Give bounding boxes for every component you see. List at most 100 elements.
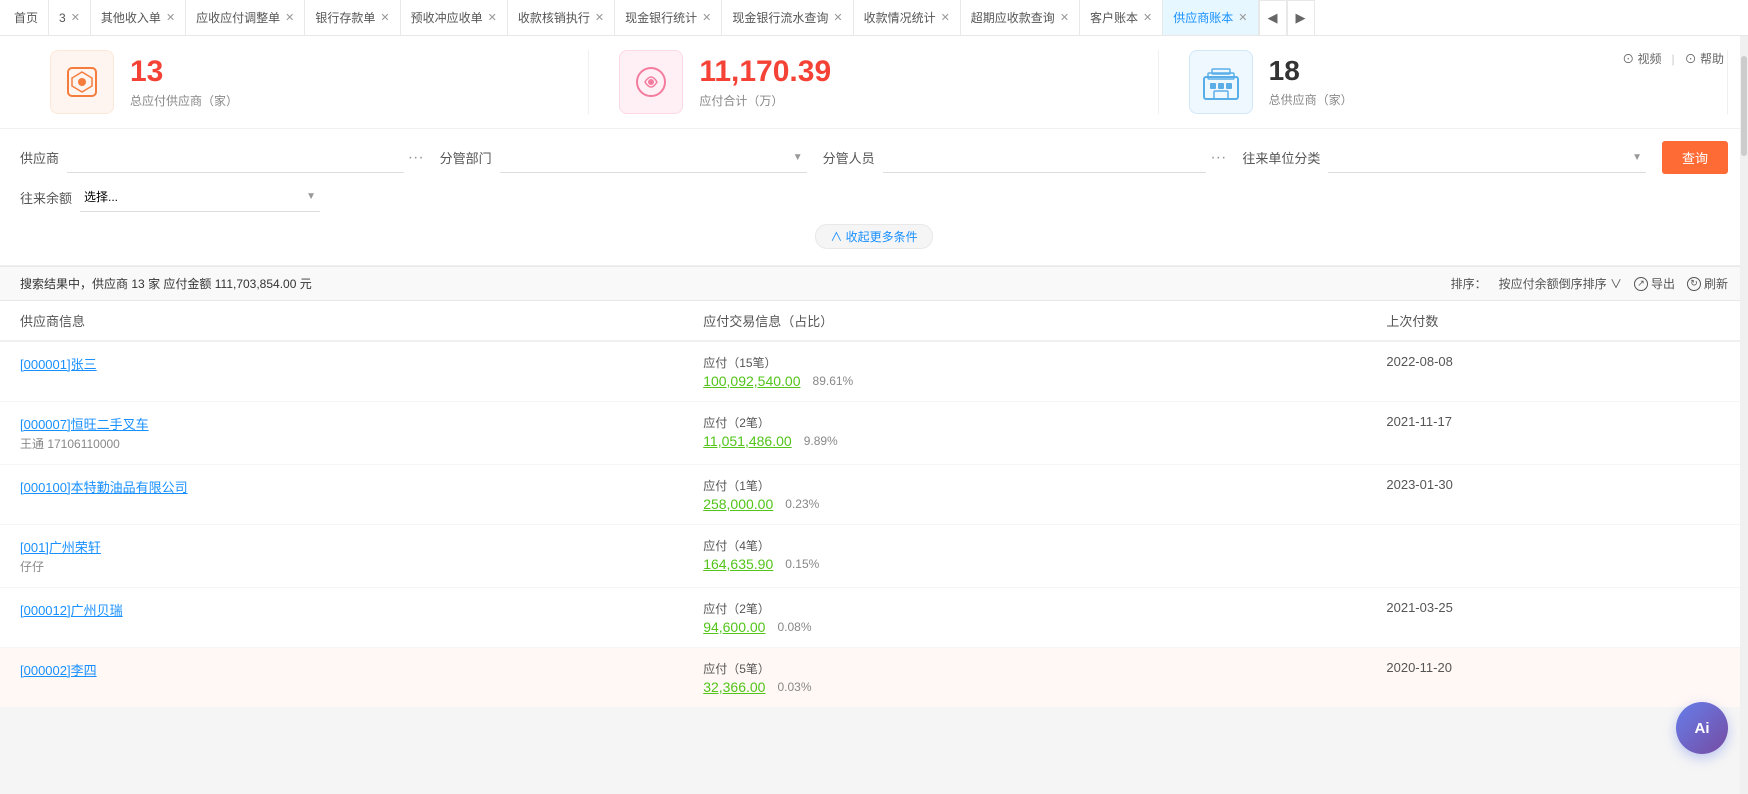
export-icon: ↗ xyxy=(1634,277,1648,291)
filter-area: 供应商 ··· 分管部门 ▼ 分管人员 ··· 往来单位分类 ▼ 查询 xyxy=(0,129,1748,266)
person-filter-label: 分管人员 xyxy=(823,148,875,167)
stat-label-total: 总供应商（家） xyxy=(1269,91,1353,108)
balance-select-wrap[interactable]: 选择... ▼ xyxy=(80,182,320,212)
close-tab-supplier-acct[interactable]: ✕ xyxy=(1238,11,1247,24)
video-link[interactable]: ⊙ 视频 xyxy=(1622,50,1661,67)
table-row: [000001]张三 应付（15笔） 100,092,540.00 89.61%… xyxy=(0,342,1748,402)
person-more-icon[interactable]: ··· xyxy=(1210,149,1226,167)
nav-tab-ap-adj[interactable]: 应收应付调整单 ✕ xyxy=(186,0,305,36)
stat-block-amount: 11,170.39 应付合计（万） xyxy=(589,50,1158,114)
person-input[interactable] xyxy=(883,143,1207,173)
nav-tab-prepay[interactable]: 预收冲应收单 ✕ xyxy=(401,0,508,36)
refresh-icon: ↻ xyxy=(1687,277,1701,291)
nav-tab-collect-stat[interactable]: 收款情况统计 ✕ xyxy=(854,0,961,36)
nav-tab-other-income[interactable]: 其他收入单 ✕ xyxy=(91,0,186,36)
txn-label-2: 应付（1笔） xyxy=(703,477,1386,494)
txn-amount-0[interactable]: 100,092,540.00 xyxy=(703,373,800,389)
nav-tab-overdue[interactable]: 超期应收款查询 ✕ xyxy=(961,0,1080,36)
close-tab-other-income[interactable]: ✕ xyxy=(166,11,175,24)
nav-tab-collect-exec[interactable]: 收款核销执行 ✕ xyxy=(508,0,615,36)
supplier-link-5[interactable]: [000002]李四 xyxy=(20,660,703,679)
stat-icon-amount xyxy=(619,50,683,114)
nav-tab-bank-deposit[interactable]: 银行存款单 ✕ xyxy=(305,0,400,36)
help-link[interactable]: ⊙ 帮助 xyxy=(1685,50,1724,67)
close-tab-ap-adj[interactable]: ✕ xyxy=(285,11,294,24)
search-button[interactable]: 查询 xyxy=(1662,141,1728,174)
supplier-input[interactable] xyxy=(67,143,404,173)
scrollbar-thumb[interactable] xyxy=(1741,56,1747,156)
txn-amount-2[interactable]: 258,000.00 xyxy=(703,496,773,512)
main-table: 供应商信息 应付交易信息（占比） 上次付数 [000001]张三 应付（15笔）… xyxy=(0,301,1748,708)
category-select[interactable] xyxy=(1328,143,1646,172)
nav-next-arrow[interactable]: ▶ xyxy=(1287,0,1315,36)
txn-amount-5[interactable]: 32,366.00 xyxy=(703,679,765,695)
export-button[interactable]: ↗ 导出 xyxy=(1634,275,1675,292)
txn-amount-3[interactable]: 164,635.90 xyxy=(703,556,773,572)
txn-label-0: 应付（15笔） xyxy=(703,354,1386,371)
supplier-more-icon[interactable]: ··· xyxy=(408,149,424,167)
stat-block-suppliers: 13 总应付供应商（家） xyxy=(20,50,589,114)
txn-label-3: 应付（4笔） xyxy=(703,537,1386,554)
result-count: 13 xyxy=(131,277,144,291)
result-actions: 排序： 按应付余额倒序排序 ∨ ↗ 导出 ↻ 刷新 xyxy=(1451,275,1728,292)
close-tab-collect-stat[interactable]: ✕ xyxy=(941,11,950,24)
supplier-link-3[interactable]: [001]广州荣轩 xyxy=(20,537,703,556)
close-tab-bank-deposit[interactable]: ✕ xyxy=(380,11,389,24)
nav-tab-t3[interactable]: 3 ✕ xyxy=(49,0,91,36)
filter-item-dept: 分管部门 ▼ xyxy=(440,143,807,173)
dept-select-wrap[interactable]: ▼ xyxy=(500,143,807,173)
txn-cell-5: 应付（5笔） 32,366.00 0.03% xyxy=(703,660,1386,695)
close-tab-collect-exec[interactable]: ✕ xyxy=(595,11,604,24)
lastpay-cell-1: 2021-11-17 xyxy=(1386,414,1728,429)
result-amount: 111,703,854.00 xyxy=(215,277,297,291)
nav-tab-home[interactable]: 首页 xyxy=(4,0,49,36)
nav-prev-arrow[interactable]: ◀ xyxy=(1259,0,1287,36)
table-header: 供应商信息 应付交易信息（占比） 上次付数 xyxy=(0,301,1748,342)
txn-amount-4[interactable]: 94,600.00 xyxy=(703,619,765,635)
category-select-wrap[interactable]: ▼ xyxy=(1328,143,1646,173)
supplier-link-1[interactable]: [000007]恒旺二手叉车 xyxy=(20,414,703,433)
right-scrollbar[interactable] xyxy=(1740,36,1748,794)
close-tab-t3[interactable]: ✕ xyxy=(71,11,80,24)
supplier-cell-5: [000002]李四 xyxy=(20,660,703,679)
nav-tab-customer-acct[interactable]: 客户账本 ✕ xyxy=(1080,0,1163,36)
stat-icon-suppliers xyxy=(50,50,114,114)
supplier-cell-4: [000012]广州贝瑞 xyxy=(20,600,703,619)
dept-filter-label: 分管部门 xyxy=(440,148,492,167)
ai-fab-button[interactable]: Ai xyxy=(1676,702,1728,754)
collapse-button[interactable]: ∧ 收起更多条件 xyxy=(815,224,932,249)
close-tab-prepay[interactable]: ✕ xyxy=(488,11,497,24)
stat-info-total: 18 总供应商（家） xyxy=(1269,56,1353,108)
close-tab-cash-bank-flow[interactable]: ✕ xyxy=(833,11,842,24)
txn-percent-1: 9.89% xyxy=(804,434,838,448)
balance-select[interactable]: 选择... xyxy=(80,182,320,211)
close-tab-overdue[interactable]: ✕ xyxy=(1060,11,1069,24)
supplier-link-2[interactable]: [000100]本特勤油品有限公司 xyxy=(20,477,703,496)
close-tab-cash-bank-stat[interactable]: ✕ xyxy=(702,11,711,24)
txn-label-1: 应付（2笔） xyxy=(703,414,1386,431)
close-tab-customer-acct[interactable]: ✕ xyxy=(1143,11,1152,24)
dept-select[interactable] xyxy=(500,143,807,172)
txn-label-5: 应付（5笔） xyxy=(703,660,1386,677)
category-filter-label: 往来单位分类 xyxy=(1242,148,1320,167)
txn-amount-1[interactable]: 11,051,486.00 xyxy=(703,433,792,449)
txn-cell-4: 应付（2笔） 94,600.00 0.08% xyxy=(703,600,1386,635)
nav-tab-supplier-acct[interactable]: 供应商账本 ✕ xyxy=(1163,0,1258,36)
supplier-link-0[interactable]: [000001]张三 xyxy=(20,354,703,373)
nav-tab-cash-bank-stat[interactable]: 现金银行统计 ✕ xyxy=(615,0,722,36)
filter-row-2: 往来余额 选择... ▼ xyxy=(20,182,320,212)
filter-item-category: 往来单位分类 ▼ xyxy=(1242,143,1646,173)
lastpay-date-0: 2022-08-08 xyxy=(1386,354,1453,369)
refresh-button[interactable]: ↻ 刷新 xyxy=(1687,275,1728,292)
balance-filter-label: 往来余额 xyxy=(20,188,72,207)
sort-value-btn[interactable]: 按应付余额倒序排序 ∨ xyxy=(1499,275,1622,292)
lastpay-date-5: 2020-11-20 xyxy=(1386,660,1452,675)
txn-percent-5: 0.03% xyxy=(777,680,811,694)
header-right-links: ⊙ 视频 | ⊙ 帮助 xyxy=(1618,50,1728,67)
supplier-cell-3: [001]广州荣轩 仔仔 xyxy=(20,537,703,575)
txn-percent-2: 0.23% xyxy=(785,497,819,511)
lastpay-cell-0: 2022-08-08 xyxy=(1386,354,1728,369)
result-prefix: 搜索结果中，供应商 xyxy=(20,277,128,291)
supplier-link-4[interactable]: [000012]广州贝瑞 xyxy=(20,600,703,619)
nav-tab-cash-bank-flow[interactable]: 现金银行流水查询 ✕ xyxy=(722,0,853,36)
